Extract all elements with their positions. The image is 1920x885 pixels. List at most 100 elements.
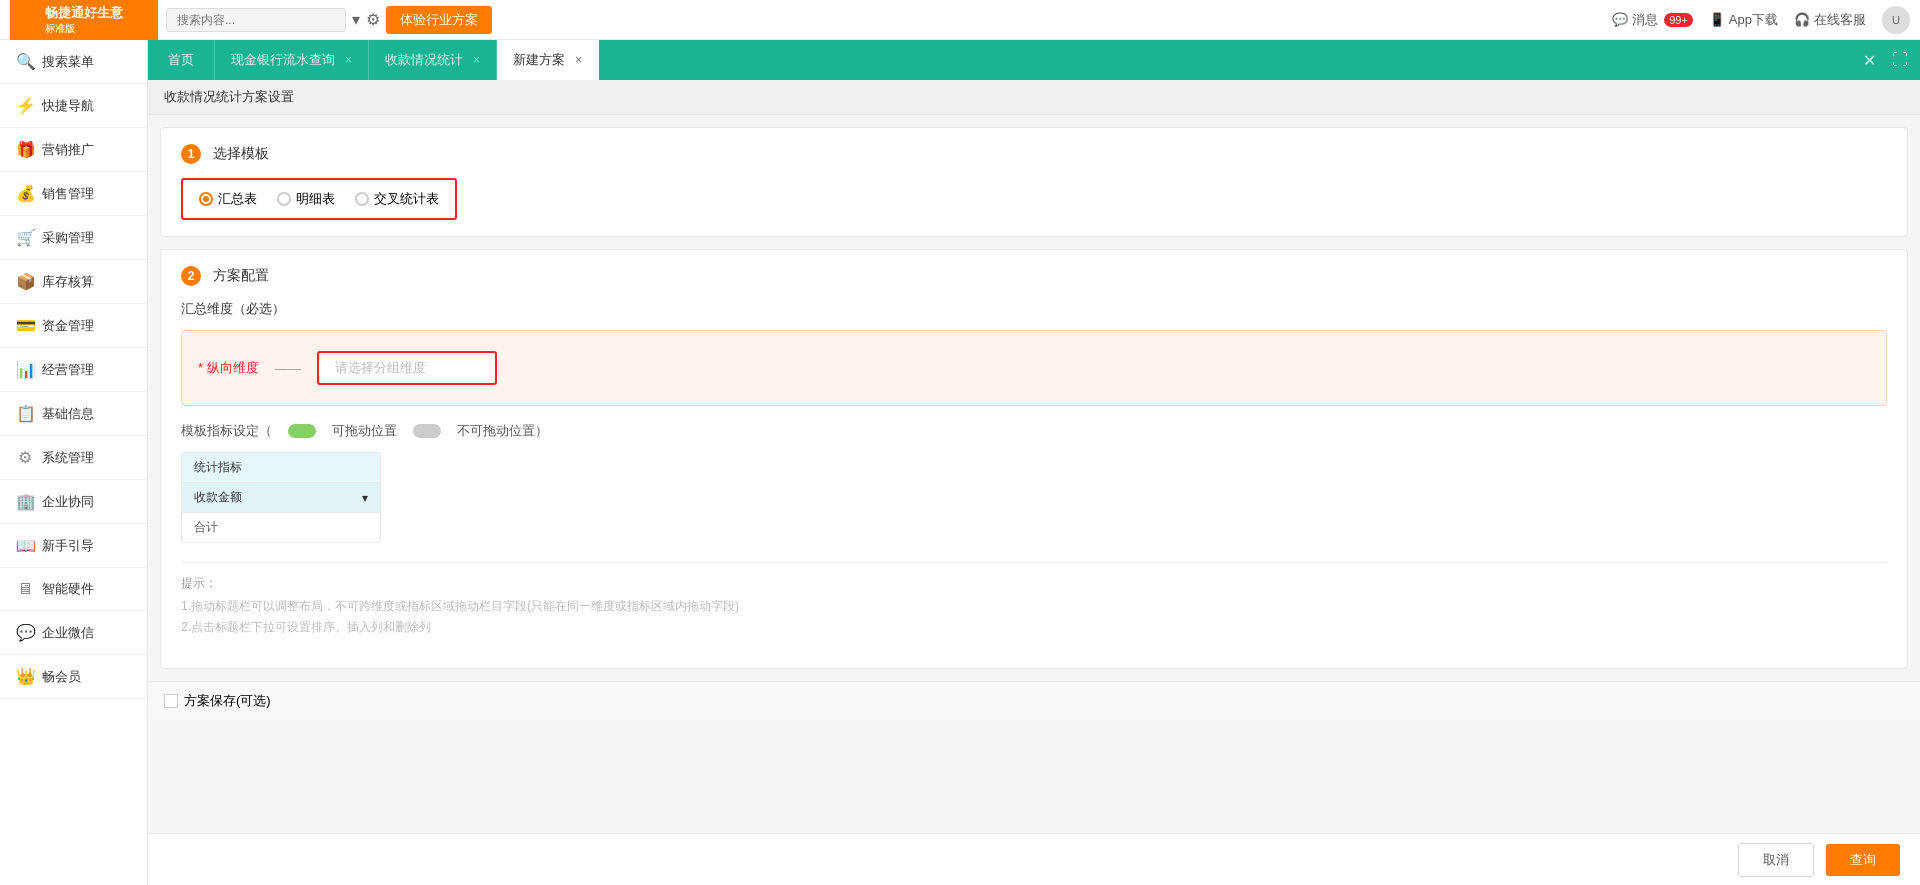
- purchase-icon: 🛒: [16, 228, 34, 247]
- draggable-label: 可拖动位置: [332, 422, 397, 440]
- content-area: 首页 现金银行流水查询 × 收款情况统计 × 新建方案 × ✕ ⛶: [148, 40, 1920, 885]
- page-content: 收款情况统计方案设置 1 选择模板 汇总表 明细表: [148, 80, 1920, 885]
- sidebar-item-quicknav[interactable]: ⚡ 快捷导航: [0, 84, 147, 128]
- sidebar-item-system[interactable]: ⚙ 系统管理: [0, 436, 147, 480]
- enterprise-icon: 🏢: [16, 492, 34, 511]
- online-service-item[interactable]: 🎧 在线客服: [1794, 11, 1866, 29]
- radio-cross[interactable]: 交叉统计表: [355, 190, 439, 208]
- sidebar-item-purchase[interactable]: 🛒 采购管理: [0, 216, 147, 260]
- tab-cashflow[interactable]: 现金银行流水查询 ×: [215, 40, 369, 80]
- message-item[interactable]: 💬 消息 99+: [1612, 11, 1693, 29]
- radio-detail-label: 明细表: [296, 190, 335, 208]
- sidebar-item-basic[interactable]: 📋 基础信息: [0, 392, 147, 436]
- sidebar-item-quicknav-label: 快捷导航: [42, 97, 94, 115]
- tips-title: 提示：: [181, 575, 1887, 592]
- metrics-header: 统计指标: [182, 453, 380, 483]
- search-input[interactable]: [166, 8, 346, 32]
- metrics-total-row: 合计: [182, 513, 380, 542]
- system-icon: ⚙: [16, 448, 34, 467]
- tips-row-1: 2.点击标题栏下拉可设置排序、插入列和删除列: [181, 619, 1887, 636]
- query-button[interactable]: 查询: [1826, 844, 1900, 876]
- radio-cross-circle: [355, 192, 369, 206]
- tab-bar-right: ✕ ⛶: [1859, 47, 1920, 74]
- step1-title: 选择模板: [213, 145, 269, 163]
- user-avatar[interactable]: U: [1882, 6, 1910, 34]
- tab-collection-label: 收款情况统计: [385, 51, 463, 69]
- radio-detail[interactable]: 明细表: [277, 190, 335, 208]
- industry-btn[interactable]: 体验行业方案: [386, 6, 492, 34]
- footer-bar: 取消 查询: [148, 833, 1920, 885]
- metrics-table: 统计指标 收款金额 ▾ 合计: [181, 452, 381, 543]
- sidebar-item-purchase-label: 采购管理: [42, 229, 94, 247]
- guide-icon: 📖: [16, 536, 34, 555]
- radio-summary[interactable]: 汇总表: [199, 190, 257, 208]
- tips-section: 提示： 1.拖动标题栏可以调整布局，不可跨维度或指标区域拖动栏目字段(只能在同一…: [181, 562, 1887, 652]
- step2-title: 方案配置: [213, 267, 269, 285]
- breadcrumb: 收款情况统计方案设置: [164, 89, 294, 104]
- sidebar: 🔍 搜索菜单 ⚡ 快捷导航 🎁 营销推广 💰 销售管理 🛒 采购管理 📦 库存核…: [0, 40, 148, 885]
- metrics-row-label: 合计: [194, 520, 218, 534]
- radio-summary-circle: [199, 192, 213, 206]
- tab-new-plan[interactable]: 新建方案 ×: [497, 40, 599, 80]
- message-badge: 99+: [1664, 13, 1693, 27]
- sidebar-item-inventory[interactable]: 📦 库存核算: [0, 260, 147, 304]
- metrics-column-label: 收款金额: [194, 489, 242, 506]
- tab-collection[interactable]: 收款情况统计 ×: [369, 40, 497, 80]
- tab-collection-close[interactable]: ×: [473, 53, 480, 67]
- quicknav-icon: ⚡: [16, 96, 34, 115]
- sidebar-item-hardware[interactable]: 🖥 智能硬件: [0, 568, 147, 611]
- radio-cross-label: 交叉统计表: [374, 190, 439, 208]
- sidebar-item-marketing[interactable]: 🎁 营销推广: [0, 128, 147, 172]
- sidebar-item-sales[interactable]: 💰 销售管理: [0, 172, 147, 216]
- non-draggable-badge: [413, 424, 441, 438]
- save-checkbox[interactable]: [164, 694, 178, 708]
- sidebar-item-enterprise[interactable]: 🏢 企业协同: [0, 480, 147, 524]
- member-icon: 👑: [16, 667, 34, 686]
- tips-row-0: 1.拖动标题栏可以调整布局，不可跨维度或指标区域拖动栏目字段(只能在同一维度或指…: [181, 598, 1887, 615]
- sidebar-item-guide[interactable]: 📖 新手引导: [0, 524, 147, 568]
- radio-detail-circle: [277, 192, 291, 206]
- wechat-icon: 💬: [16, 623, 34, 642]
- header-right: 💬 消息 99+ 📱 App下载 🎧 在线客服 U: [1612, 6, 1910, 34]
- dimension-subtitle: 汇总维度（必选）: [181, 300, 1887, 318]
- app-download-item[interactable]: 📱 App下载: [1709, 11, 1778, 29]
- save-checkbox-wrapper[interactable]: 方案保存(可选): [164, 692, 271, 710]
- gear-btn[interactable]: ⚙: [366, 10, 380, 29]
- tab-new-plan-label: 新建方案: [513, 51, 565, 69]
- dimension-row: * 纵向维度 —— 请选择分组维度: [198, 351, 1870, 385]
- tab-new-plan-close[interactable]: ×: [575, 53, 582, 67]
- sidebar-item-wechat[interactable]: 💬 企业微信: [0, 611, 147, 655]
- page-header: 收款情况统计方案设置: [148, 80, 1920, 115]
- non-draggable-label: 不可拖动位置）: [457, 422, 548, 440]
- download-icon: 📱: [1709, 12, 1725, 27]
- metrics-header-label: 统计指标: [194, 459, 242, 476]
- sidebar-item-marketing-label: 营销推广: [42, 141, 94, 159]
- metrics-section-title: 模板指标设定（: [181, 422, 272, 440]
- sidebar-item-management[interactable]: 📊 经营管理: [0, 348, 147, 392]
- app-edition: 标准版: [45, 22, 123, 36]
- template-selection: 汇总表 明细表 交叉统计表: [181, 178, 457, 220]
- dropdown-btn[interactable]: ▾: [352, 10, 360, 29]
- sidebar-item-member[interactable]: 👑 畅会员: [0, 655, 147, 699]
- management-icon: 📊: [16, 360, 34, 379]
- sidebar-item-guide-label: 新手引导: [42, 537, 94, 555]
- sidebar-item-system-label: 系统管理: [42, 449, 94, 467]
- avatar-text: U: [1892, 14, 1900, 26]
- top-header: 畅捷通好生意 标准版 ▾ ⚙ 体验行业方案 💬 消息 99+ 📱 App下载 🎧…: [0, 0, 1920, 40]
- dimension-select[interactable]: 请选择分组维度: [317, 351, 497, 385]
- tab-close-btn[interactable]: ✕: [1859, 47, 1880, 74]
- finance-icon: 💳: [16, 316, 34, 335]
- sidebar-item-finance[interactable]: 💳 资金管理: [0, 304, 147, 348]
- header-search-area: ▾ ⚙ 体验行业方案: [166, 6, 1604, 34]
- tab-expand-btn[interactable]: ⛶: [1888, 47, 1912, 73]
- step2-row: 2 方案配置: [181, 266, 1887, 286]
- sidebar-item-search[interactable]: 🔍 搜索菜单: [0, 40, 147, 84]
- logo-area: 畅捷通好生意 标准版: [10, 0, 158, 40]
- sidebar-item-wechat-label: 企业微信: [42, 624, 94, 642]
- metrics-column-chevron[interactable]: ▾: [362, 491, 368, 505]
- tab-home[interactable]: 首页: [148, 40, 215, 80]
- step2-badge: 2: [181, 266, 201, 286]
- tab-cashflow-close[interactable]: ×: [345, 53, 352, 67]
- dimension-area: * 纵向维度 —— 请选择分组维度: [181, 330, 1887, 406]
- cancel-button[interactable]: 取消: [1738, 843, 1814, 877]
